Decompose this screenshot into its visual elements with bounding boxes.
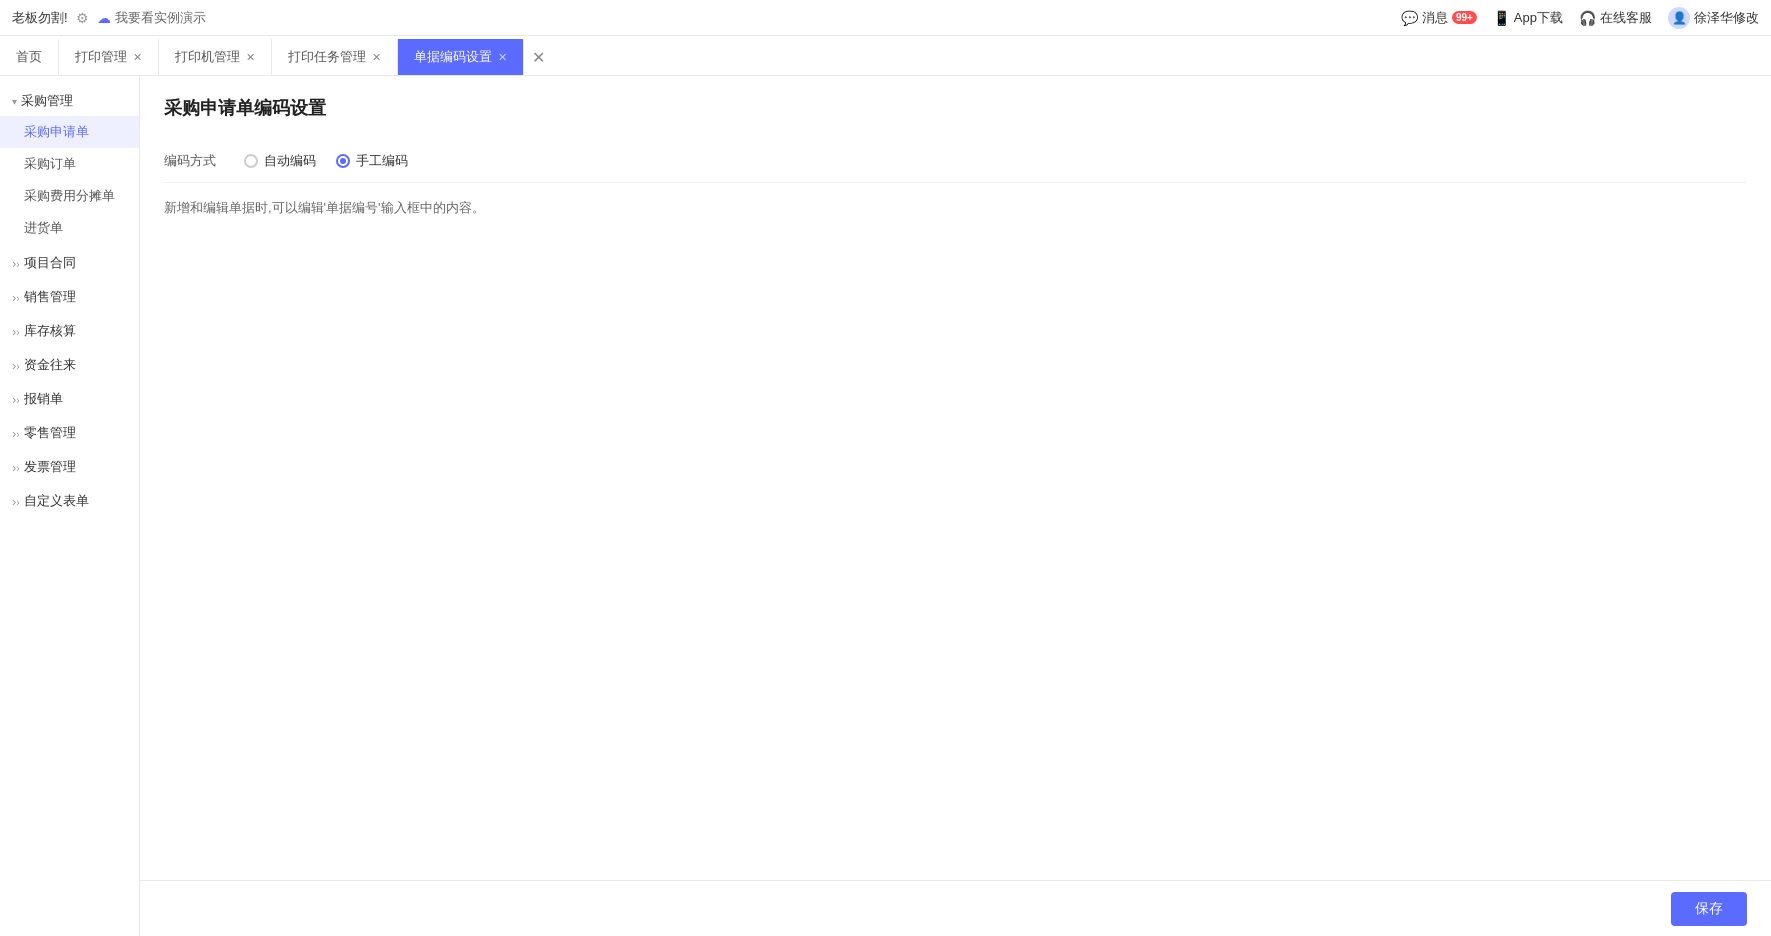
- tab-print-mgmt-label: 打印管理: [75, 48, 127, 66]
- sidebar-group-label-inventory: 库存核算: [24, 322, 76, 340]
- user-name: 徐泽华修改: [1694, 9, 1759, 27]
- sidebar-group-label-fund: 资金往来: [24, 356, 76, 374]
- tab-printer-mgmt[interactable]: 打印机管理 ✕: [159, 39, 272, 75]
- sidebar-group-project-contract: › 项目合同: [0, 246, 139, 278]
- avatar: [1668, 7, 1690, 29]
- sidebar-group-title-custom-forms[interactable]: › 自定义表单: [0, 484, 139, 516]
- chevron-right-icon: ›: [12, 426, 20, 441]
- sidebar-group-title-fund[interactable]: › 资金往来: [0, 348, 139, 380]
- online-service-label: 在线客服: [1600, 9, 1652, 27]
- auto-code-option[interactable]: 自动编码: [244, 152, 316, 170]
- sidebar-group-label-project-contract: 项目合同: [24, 254, 76, 272]
- sidebar-item-purchase-request[interactable]: 采购申请单: [0, 116, 139, 148]
- sidebar-group-custom-forms: › 自定义表单: [0, 484, 139, 516]
- sidebar-group-inventory: › 库存核算: [0, 314, 139, 346]
- tab-print-mgmt[interactable]: 打印管理 ✕: [59, 39, 159, 75]
- sidebar-group-title-purchase-mgmt[interactable]: ▾ 采购管理: [0, 84, 139, 116]
- content-inner: 采购申请单编码设置 编码方式 自动编码 手工编码 新增和编辑单据时,可以编辑'单…: [140, 76, 1771, 880]
- chevron-down-icon: ▾: [12, 96, 17, 107]
- coding-method-radio-group: 自动编码 手工编码: [244, 152, 408, 170]
- close-print-mgmt-tab[interactable]: ✕: [133, 51, 142, 64]
- messages-badge: 99+: [1452, 11, 1477, 24]
- sidebar-item-label-inbound: 进货单: [24, 220, 63, 235]
- sidebar-group-title-project-contract[interactable]: › 项目合同: [0, 246, 139, 278]
- service-icon: [1579, 10, 1596, 26]
- online-service-button[interactable]: 在线客服: [1579, 9, 1652, 27]
- top-bar: 老板勿割! 我要看实例演示 消息 99+ App下载 在线客服 徐泽华修改: [0, 0, 1771, 36]
- tab-print-task-mgmt[interactable]: 打印任务管理 ✕: [272, 39, 398, 75]
- close-barcode-settings-tab[interactable]: ✕: [498, 51, 507, 64]
- sidebar-group-sales-mgmt: › 销售管理: [0, 280, 139, 312]
- sidebar-group-title-inventory[interactable]: › 库存核算: [0, 314, 139, 346]
- chevron-right-icon: ›: [12, 494, 20, 509]
- app-download-label: App下载: [1514, 9, 1563, 27]
- top-bar-left: 老板勿割! 我要看实例演示: [12, 9, 206, 27]
- top-bar-right: 消息 99+ App下载 在线客服 徐泽华修改: [1401, 7, 1759, 29]
- sidebar-group-label-returns: 报销单: [24, 390, 63, 408]
- coding-method-label: 编码方式: [164, 152, 244, 170]
- messages-label: 消息: [1422, 9, 1448, 27]
- page-title: 采购申请单编码设置: [164, 96, 1747, 120]
- close-printer-mgmt-tab[interactable]: ✕: [246, 51, 255, 64]
- tab-print-task-mgmt-label: 打印任务管理: [288, 48, 366, 66]
- brand-label: 老板勿割!: [12, 9, 68, 27]
- app-icon: [1493, 10, 1510, 26]
- manual-code-radio[interactable]: [336, 154, 350, 168]
- sidebar-item-label-purchase-order: 采购订单: [24, 156, 76, 171]
- sidebar-group-title-retail[interactable]: › 零售管理: [0, 416, 139, 448]
- sidebar-group-purchase-mgmt: ▾ 采购管理 采购申请单 采购订单 采购费用分摊单 进货单: [0, 84, 139, 244]
- tab-bar: 首页 打印管理 ✕ 打印机管理 ✕ 打印任务管理 ✕ 单据编码设置 ✕ ✕: [0, 36, 1771, 76]
- sidebar-item-purchase-expense[interactable]: 采购费用分摊单: [0, 180, 139, 212]
- sidebar-group-label-retail: 零售管理: [24, 424, 76, 442]
- user-info[interactable]: 徐泽华修改: [1668, 7, 1759, 29]
- sidebar-item-purchase-order[interactable]: 采购订单: [0, 148, 139, 180]
- messages-button[interactable]: 消息 99+: [1401, 9, 1477, 27]
- chevron-right-icon: ›: [12, 392, 20, 407]
- sidebar-group-label-purchase-mgmt: 采购管理: [21, 92, 73, 110]
- message-icon: [1401, 10, 1418, 26]
- close-print-task-tab[interactable]: ✕: [372, 51, 381, 64]
- sidebar-group-fund: › 资金往来: [0, 348, 139, 380]
- settings-icon[interactable]: [76, 10, 89, 26]
- sidebar-item-label-purchase-expense: 采购费用分摊单: [24, 188, 115, 203]
- sidebar-group-label-custom-forms: 自定义表单: [24, 492, 89, 510]
- sidebar-group-invoice: › 发票管理: [0, 450, 139, 482]
- sidebar-group-title-returns[interactable]: › 报销单: [0, 382, 139, 414]
- tab-barcode-settings-label: 单据编码设置: [414, 48, 492, 66]
- auto-code-radio[interactable]: [244, 154, 258, 168]
- tab-home-label: 首页: [16, 48, 42, 66]
- tab-barcode-settings[interactable]: 单据编码设置 ✕: [398, 39, 524, 75]
- coding-method-row: 编码方式 自动编码 手工编码: [164, 140, 1747, 183]
- tab-home[interactable]: 首页: [0, 39, 59, 75]
- chevron-right-icon: ›: [12, 290, 20, 305]
- tab-printer-mgmt-label: 打印机管理: [175, 48, 240, 66]
- auto-code-label: 自动编码: [264, 152, 316, 170]
- sidebar: ▾ 采购管理 采购申请单 采购订单 采购费用分摊单 进货单 › 项目合同: [0, 76, 140, 936]
- close-all-tabs[interactable]: ✕: [524, 39, 553, 75]
- sidebar-item-label-purchase-request: 采购申请单: [24, 124, 89, 139]
- search-bar[interactable]: 我要看实例演示: [97, 9, 206, 27]
- sidebar-group-title-invoice[interactable]: › 发票管理: [0, 450, 139, 482]
- chevron-right-icon: ›: [12, 358, 20, 373]
- app-download-button[interactable]: App下载: [1493, 9, 1563, 27]
- chevron-right-icon: ›: [12, 460, 20, 475]
- sidebar-group-label-sales-mgmt: 销售管理: [24, 288, 76, 306]
- sidebar-group-title-sales-mgmt[interactable]: › 销售管理: [0, 280, 139, 312]
- chevron-right-icon: ›: [12, 324, 20, 339]
- content-footer: 保存: [140, 880, 1771, 936]
- cloud-icon: [97, 10, 111, 26]
- hint-text: 新增和编辑单据时,可以编辑'单据编号'输入框中的内容。: [164, 199, 1747, 217]
- sidebar-group-returns: › 报销单: [0, 382, 139, 414]
- chevron-right-icon: ›: [12, 256, 20, 271]
- manual-code-option[interactable]: 手工编码: [336, 152, 408, 170]
- user-icon: [1672, 11, 1687, 25]
- main-layout: ▾ 采购管理 采购申请单 采购订单 采购费用分摊单 进货单 › 项目合同: [0, 76, 1771, 936]
- sidebar-group-label-invoice: 发票管理: [24, 458, 76, 476]
- sidebar-group-retail: › 零售管理: [0, 416, 139, 448]
- content-area: 采购申请单编码设置 编码方式 自动编码 手工编码 新增和编辑单据时,可以编辑'单…: [140, 76, 1771, 936]
- manual-code-label: 手工编码: [356, 152, 408, 170]
- sidebar-item-inbound[interactable]: 进货单: [0, 212, 139, 244]
- search-text: 我要看实例演示: [115, 9, 206, 27]
- save-button[interactable]: 保存: [1671, 892, 1747, 926]
